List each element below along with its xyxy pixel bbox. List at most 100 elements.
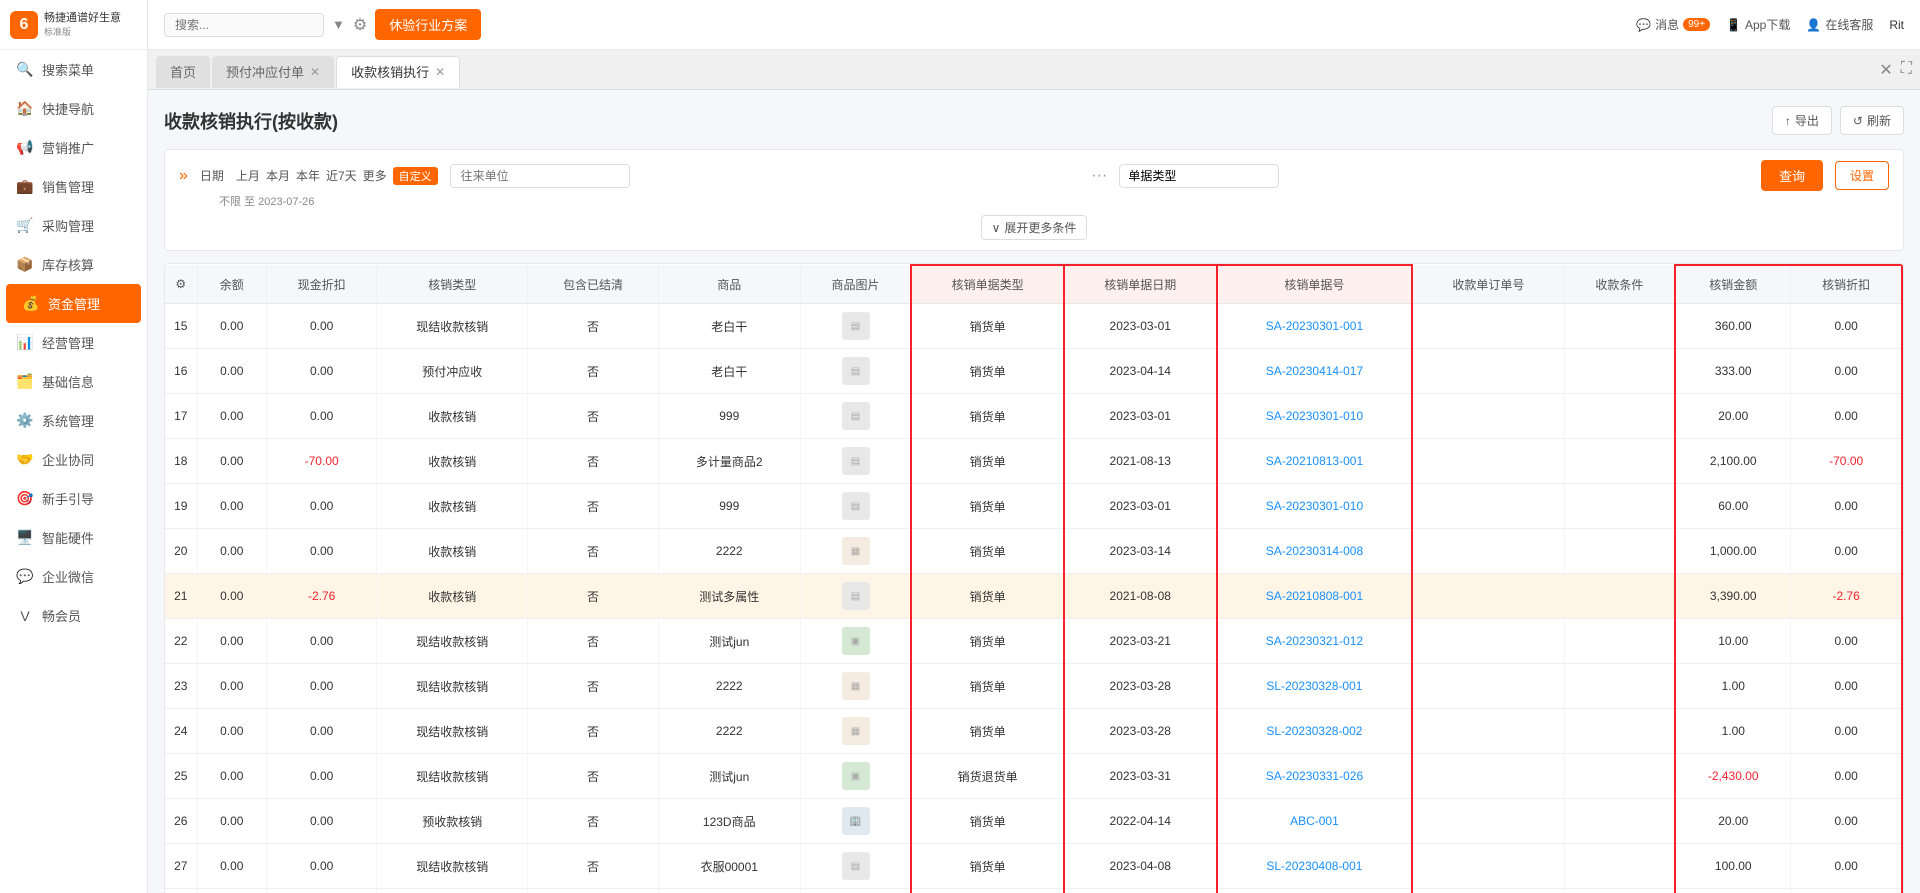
bill-no-link[interactable]: SA-20230331-026 (1266, 769, 1363, 783)
tab-close-receipt[interactable]: ✕ (435, 65, 445, 79)
row-type: 预付冲应收 (377, 349, 528, 394)
maximize-icon[interactable]: ⛶ (1901, 60, 1912, 80)
row-bill-no: SL-20230328-002 (1217, 709, 1413, 754)
settings-icon[interactable]: ⚙ (353, 15, 367, 35)
tab-prepay[interactable]: 预付冲应付单 ✕ (212, 56, 334, 88)
message-area[interactable]: 💬 消息 99+ (1636, 16, 1710, 33)
date-custom-btn[interactable]: 自定义 (393, 167, 438, 185)
row-discount: 0.00 (1791, 304, 1902, 349)
tab-close-prepay[interactable]: ✕ (310, 65, 320, 79)
expand-filters-btn[interactable]: ∨ 展开更多条件 (981, 215, 1088, 240)
row-receipt-no (1412, 709, 1564, 754)
export-button[interactable]: ↑ 导出 (1772, 106, 1832, 135)
row-balance: 0.00 (197, 664, 267, 709)
th-product-img: 商品图片 (800, 265, 911, 304)
row-receipt-no (1412, 529, 1564, 574)
bill-no-link[interactable]: SA-20230301-001 (1266, 319, 1363, 333)
row-discount: 0.00 (1791, 529, 1902, 574)
bill-no-link[interactable]: SA-20230314-008 (1266, 544, 1363, 558)
sidebar-item-search[interactable]: 🔍 搜索菜单 (0, 50, 147, 89)
bill-no-link[interactable]: SL-20230408-001 (1266, 859, 1362, 873)
sidebar-item-vip[interactable]: V 畅会员 (0, 596, 147, 635)
sidebar-item-label: 快捷导航 (42, 99, 94, 118)
bill-no-link[interactable]: SA-20210808-001 (1266, 589, 1363, 603)
bill-type-select[interactable]: 单据类型 (1119, 164, 1279, 188)
bill-no-link[interactable]: SA-20230321-012 (1266, 634, 1363, 648)
bill-no-link[interactable]: SL-20230328-002 (1266, 724, 1362, 738)
service-icon: 👤 (1806, 18, 1821, 32)
row-balance: 0.00 (197, 754, 267, 799)
row-condition (1564, 799, 1675, 844)
search-button[interactable]: 查询 (1761, 160, 1823, 191)
date-this-month[interactable]: 本月 (266, 167, 290, 185)
sidebar-item-hardware[interactable]: 🖥️ 智能硬件 (0, 518, 147, 557)
row-bill-no: SA-20230331-026 (1217, 754, 1413, 799)
sidebar-item-sales[interactable]: 💼 销售管理 (0, 167, 147, 206)
row-discount: 0.00 (1791, 799, 1902, 844)
message-label: 消息 (1655, 16, 1679, 33)
row-type: 收款核销 (377, 529, 528, 574)
sidebar-item-marketing[interactable]: 📢 营销推广 (0, 128, 147, 167)
row-no: 21 (165, 574, 197, 619)
bill-no-link[interactable]: SA-20210813-001 (1266, 454, 1363, 468)
sidebar-item-system[interactable]: ⚙️ 系统管理 (0, 401, 147, 440)
row-discount: 0.00 (1791, 484, 1902, 529)
filter-bar: » 日期 上月 本月 本年 近7天 更多 自定义 ··· 单据类型 (164, 149, 1904, 251)
online-service-area[interactable]: 👤 在线客服 (1806, 16, 1873, 33)
row-no: 15 (165, 304, 197, 349)
row-receipt-no (1412, 799, 1564, 844)
row-balance: 0.00 (197, 439, 267, 484)
sidebar-item-finance[interactable]: 💰 资金管理 (6, 284, 141, 323)
table-row: 19 0.00 0.00 收款核销 否 999 ▤ 销货单 2023-03-01… (165, 484, 1902, 529)
date-last-month[interactable]: 上月 (236, 167, 260, 185)
industry-plan-button[interactable]: 休验行业方案 (375, 9, 481, 40)
tab-home[interactable]: 首页 (156, 56, 210, 88)
row-balance: 0.00 (197, 844, 267, 889)
sidebar-item-label: 企业协同 (42, 450, 94, 469)
sidebar-item-operations[interactable]: 📊 经营管理 (0, 323, 147, 362)
dropdown-icon[interactable]: ▼ (332, 17, 345, 32)
row-bill-type: 销货单 (911, 349, 1064, 394)
sidebar-item-label: 新手引导 (42, 489, 94, 508)
company-search-input[interactable] (164, 13, 324, 37)
sidebar-item-collab[interactable]: 🤝 企业协同 (0, 440, 147, 479)
sidebar-item-wechat[interactable]: 💬 企业微信 (0, 557, 147, 596)
row-bill-no: SA-20230301-010 (1217, 484, 1413, 529)
th-settings[interactable]: ⚙ (165, 265, 197, 304)
date-7days[interactable]: 近7天 (326, 167, 357, 185)
bill-no-link[interactable]: SA-20230414-017 (1266, 364, 1363, 378)
refresh-button[interactable]: ↺ 刷新 (1840, 106, 1904, 135)
filter-settings-button[interactable]: 设置 (1835, 161, 1889, 190)
row-bill-date: 2023-03-01 (1064, 304, 1217, 349)
sidebar-item-basic[interactable]: 🗂️ 基础信息 (0, 362, 147, 401)
sidebar-item-purchase[interactable]: 🛒 采购管理 (0, 206, 147, 245)
sidebar-item-inventory[interactable]: 📦 库存核算 (0, 245, 147, 284)
row-product-img: ▦ (800, 889, 911, 893)
product-image: ▤ (842, 312, 870, 340)
row-bill-date: 2022-04-14 (1064, 799, 1217, 844)
bill-no-link[interactable]: SA-20230301-010 (1266, 499, 1363, 513)
date-this-year[interactable]: 本年 (296, 167, 320, 185)
row-balance: 0.00 (197, 709, 267, 754)
sidebar-item-guide[interactable]: 🎯 新手引导 (0, 479, 147, 518)
row-discount: 0.00 (1791, 349, 1902, 394)
tab-receipt[interactable]: 收款核销执行 ✕ (336, 56, 460, 88)
bill-no-link[interactable]: ABC-001 (1290, 814, 1339, 828)
date-more[interactable]: 更多 (363, 167, 387, 185)
bill-no-link[interactable]: SL-20230328-001 (1266, 679, 1362, 693)
row-settled: 否 (528, 754, 659, 799)
row-no: 22 (165, 619, 197, 664)
user-name[interactable]: Rit (1889, 18, 1904, 32)
th-product: 商品 (658, 265, 800, 304)
sidebar-item-quicknav[interactable]: 🏠 快捷导航 (0, 89, 147, 128)
filter-collapse-icon[interactable]: » (179, 167, 188, 185)
app-download-area[interactable]: 📱 App下载 (1726, 16, 1790, 33)
close-window-icon[interactable]: ✕ (1879, 60, 1892, 80)
row-discount: 0.00 (1791, 709, 1902, 754)
sidebar-item-label: 经营管理 (42, 333, 94, 352)
row-product-img: ▣ (800, 619, 911, 664)
system-icon: ⚙️ (16, 412, 34, 429)
bill-no-link[interactable]: SA-20230301-010 (1266, 409, 1363, 423)
row-amount: -2,430.00 (1675, 754, 1791, 799)
partner-input[interactable] (450, 164, 630, 188)
